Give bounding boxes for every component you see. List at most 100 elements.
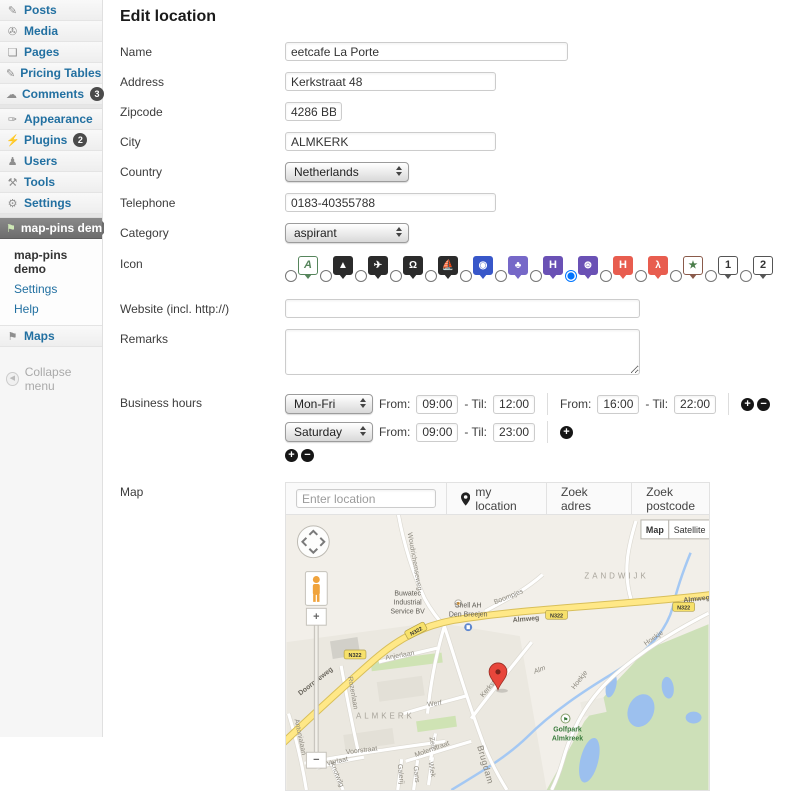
icon-option-monument-pin: ▲: [320, 256, 353, 283]
zipcode-field[interactable]: [285, 102, 342, 121]
icon-radio-hotel-purple-pin[interactable]: [530, 270, 542, 282]
zoom-in-button[interactable]: +: [306, 608, 326, 625]
sidebar-item-map-pins-demo[interactable]: ⚑ map-pins demo: [0, 218, 102, 239]
ski-pin-icon[interactable]: λ: [648, 256, 668, 275]
sidebar-item-maps[interactable]: ⚑ Maps: [0, 326, 102, 347]
map-search-input[interactable]: [296, 489, 436, 508]
map-type-toggle: Map Satellite: [641, 520, 710, 539]
icon-radio-ski-pin[interactable]: [635, 270, 647, 282]
submenu-item-map-pins-demo[interactable]: map-pins demo: [14, 245, 102, 279]
icon-options: A ▲ ✈ Ω ⛵ ◉ ♣ H ⊛ Hλ ★ 12: [285, 254, 773, 283]
stars-pin-icon[interactable]: ★: [683, 256, 703, 275]
submenu-item-help[interactable]: Help: [14, 299, 102, 319]
icon-radio-number-1-pin[interactable]: [705, 270, 717, 282]
collapse-menu-button[interactable]: ◀ Collapse menu: [0, 361, 102, 397]
letter-a-pin-icon[interactable]: A: [298, 256, 318, 275]
sidebar-item-pages[interactable]: ❏ Pages: [0, 42, 102, 63]
country-label: Country: [120, 162, 285, 182]
sidebar-item-comments[interactable]: ☁ Comments 3: [0, 84, 102, 105]
sailing-pin-icon[interactable]: ⛵: [438, 256, 458, 275]
city-row: City: [120, 132, 800, 151]
my-location-button[interactable]: my location: [446, 483, 546, 515]
icon-radio-airport-pin[interactable]: [355, 270, 367, 282]
icon-radio-balloon-pin[interactable]: [390, 270, 402, 282]
submenu-item-settings[interactable]: Settings: [14, 279, 102, 299]
number-2-pin-icon[interactable]: 2: [753, 256, 773, 275]
svg-text:Buwatec: Buwatec: [394, 590, 421, 597]
compass-pin-icon[interactable]: ⊛: [578, 256, 598, 275]
from-time-2a[interactable]: [416, 423, 458, 442]
zoek-postcode-button[interactable]: Zoek postcode: [631, 483, 709, 515]
icon-option-stars-pin: ★: [670, 256, 703, 283]
name-field[interactable]: [285, 42, 568, 61]
sidebar-item-users[interactable]: ♟ Users: [0, 151, 102, 172]
icon-radio-camera-pin[interactable]: [460, 270, 472, 282]
sidebar-item-tools[interactable]: ⚒ Tools: [0, 172, 102, 193]
map-canvas[interactable]: N322 N322 N322 N322 ZANDWI: [285, 514, 710, 791]
country-select[interactable]: Netherlands: [285, 162, 409, 182]
category-row: Category aspirant: [120, 223, 800, 243]
add-hours-button[interactable]: +: [560, 426, 573, 439]
hotel-purple-pin-icon[interactable]: H: [543, 256, 563, 275]
icon-radio-stars-pin[interactable]: [670, 270, 682, 282]
from-time-1a[interactable]: [416, 395, 458, 414]
fuel-icon: [467, 625, 470, 629]
street-view-pegman[interactable]: [305, 572, 327, 606]
park-pin-icon[interactable]: ♣: [508, 256, 528, 275]
collapse-arrow-icon: ◀: [6, 372, 19, 386]
telephone-field[interactable]: [285, 193, 496, 212]
edit-location-form: Name Address Zipcode City Country Nether…: [104, 42, 800, 791]
til-time-1b[interactable]: [674, 395, 716, 414]
zoek-adres-button[interactable]: Zoek adres: [546, 483, 631, 515]
icon-radio-park-pin[interactable]: [495, 270, 507, 282]
camera-pin-icon[interactable]: ◉: [473, 256, 493, 275]
sidebar-item-settings[interactable]: ⚙ Settings: [0, 193, 102, 214]
settings-icon: ⚙: [6, 197, 19, 210]
map-type-map-button[interactable]: Map: [641, 520, 669, 539]
from-label: From:: [560, 397, 591, 411]
from-time-1b[interactable]: [597, 395, 639, 414]
day-select-1[interactable]: Mon-Fri: [285, 394, 373, 414]
sidebar-item-label: Plugins: [24, 133, 67, 147]
sidebar-item-posts[interactable]: ✎ Posts: [0, 0, 102, 21]
balloon-pin-icon[interactable]: Ω: [403, 256, 423, 275]
svg-text:−: −: [313, 754, 319, 766]
add-day-button[interactable]: +: [285, 449, 298, 462]
day-select-2[interactable]: Saturday: [285, 422, 373, 442]
icon-radio-monument-pin[interactable]: [320, 270, 332, 282]
address-field[interactable]: [285, 72, 496, 91]
sidebar-item-appearance[interactable]: ✑ Appearance: [0, 109, 102, 130]
airport-pin-icon[interactable]: ✈: [368, 256, 388, 275]
remove-day-button[interactable]: −: [301, 449, 314, 462]
sidebar-item-pricing-tables[interactable]: ✎ Pricing Tables: [0, 63, 102, 84]
city-field[interactable]: [285, 132, 496, 151]
select-arrows-icon: [396, 227, 402, 237]
category-select[interactable]: aspirant: [285, 223, 409, 243]
monument-pin-icon[interactable]: ▲: [333, 256, 353, 275]
sidebar-item-media[interactable]: ✇ Media: [0, 21, 102, 42]
remove-hours-button[interactable]: −: [757, 398, 770, 411]
website-field[interactable]: [285, 299, 640, 318]
icon-row: Icon A▲✈Ω⛵◉♣H⊛Hλ★12: [120, 254, 800, 283]
til-time-1a[interactable]: [493, 395, 535, 414]
plugins-icon: ⚡: [6, 134, 19, 147]
icon-radio-letter-a-pin[interactable]: [285, 270, 297, 282]
tools-icon: ⚒: [6, 176, 19, 189]
icon-radio-hospital-red-pin[interactable]: [600, 270, 612, 282]
number-1-pin-icon[interactable]: 1: [718, 256, 738, 275]
zoom-out-button[interactable]: −: [306, 752, 326, 768]
add-hours-button[interactable]: +: [741, 398, 754, 411]
sidebar-item-plugins[interactable]: ⚡ Plugins 2: [0, 130, 102, 151]
remarks-field[interactable]: [285, 329, 640, 375]
city-label: City: [120, 132, 285, 151]
website-row: Website (incl. http://): [120, 299, 800, 318]
icon-radio-number-2-pin[interactable]: [740, 270, 752, 282]
divider: [728, 393, 729, 415]
map-type-satellite-button[interactable]: Satellite: [669, 520, 710, 539]
icon-radio-sailing-pin[interactable]: [425, 270, 437, 282]
icon-radio-compass-pin[interactable]: [565, 270, 577, 282]
svg-text:Map: Map: [646, 525, 664, 535]
hospital-red-pin-icon[interactable]: H: [613, 256, 633, 275]
til-time-2a[interactable]: [493, 423, 535, 442]
map-pan-control[interactable]: [297, 526, 329, 558]
